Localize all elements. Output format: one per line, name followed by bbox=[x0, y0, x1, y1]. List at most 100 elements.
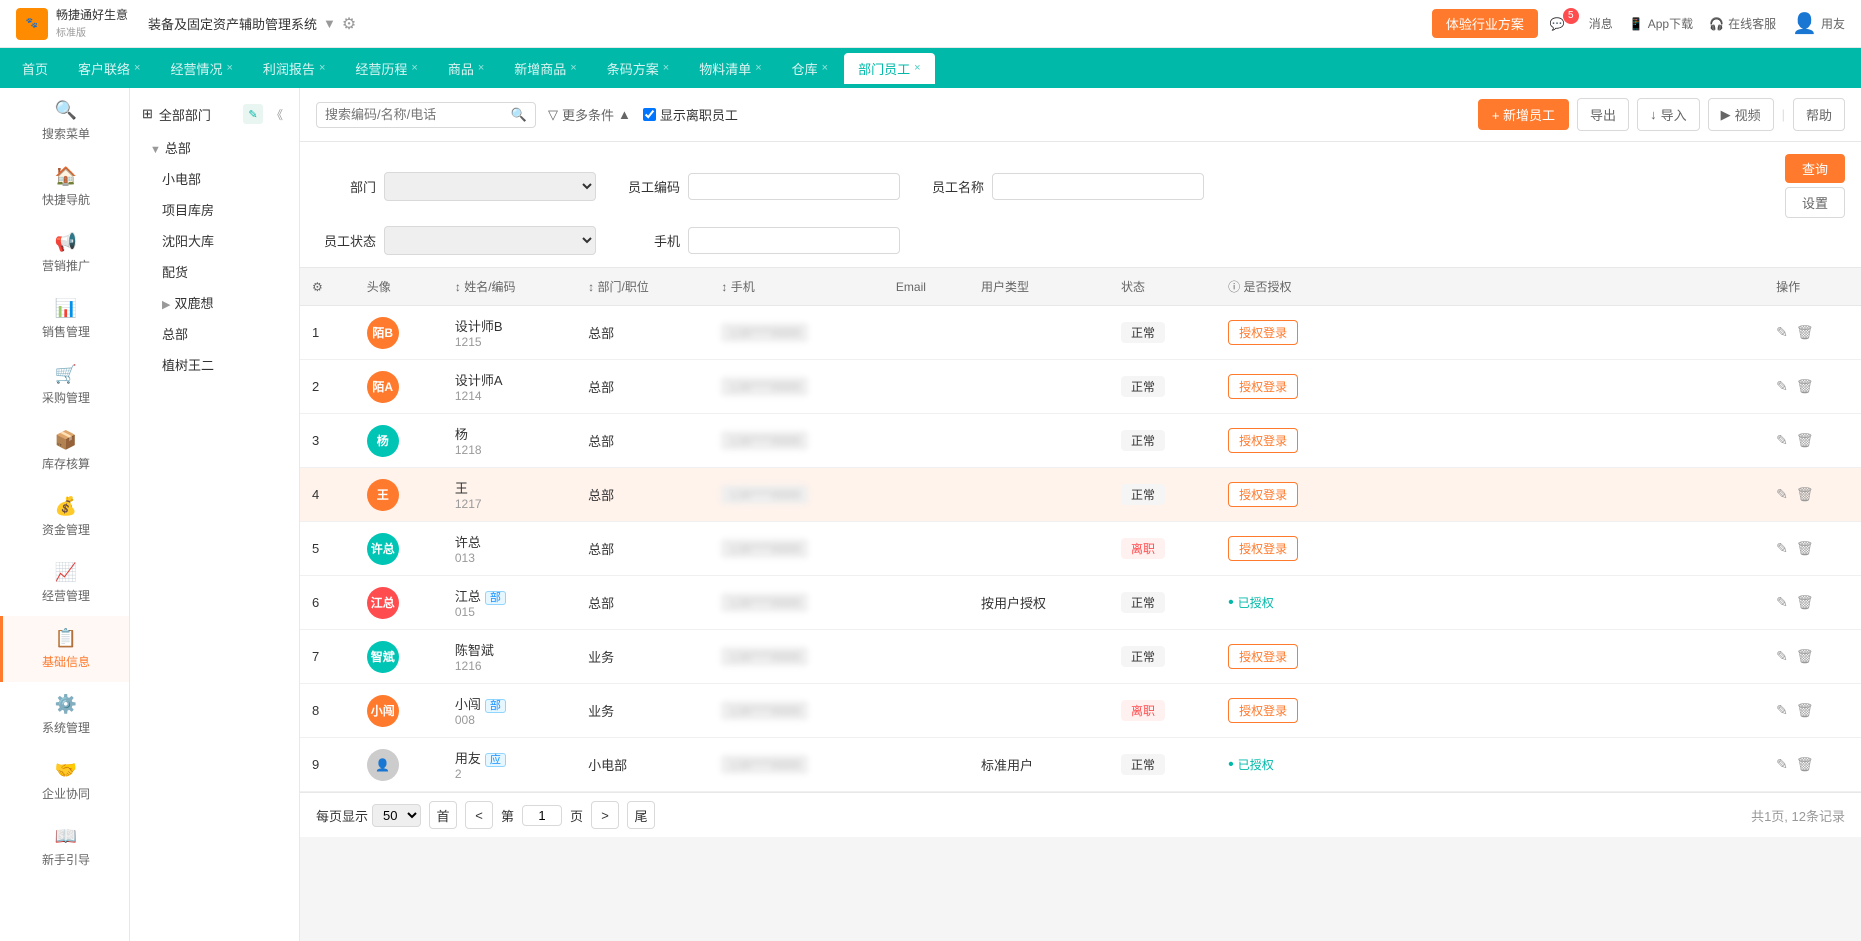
view-btn[interactable]: ▶ 视频 bbox=[1708, 98, 1774, 131]
tree-collapse-btn[interactable]: 《 bbox=[267, 104, 287, 124]
delete-icon[interactable]: 🗑 bbox=[1796, 486, 1814, 503]
nav-tab-客户联络[interactable]: 客户联络 × bbox=[64, 53, 154, 84]
show-resigned-checkbox[interactable]: 显示离职员工 bbox=[643, 105, 738, 124]
col-name[interactable]: ↕ 姓名/编码 bbox=[443, 268, 576, 306]
nav-tab-新增商品[interactable]: 新增商品 × bbox=[500, 53, 590, 84]
set-btn[interactable]: 设置 bbox=[1785, 187, 1845, 218]
nav-tab-部门员工[interactable]: 部门员工 × bbox=[844, 53, 934, 84]
sidebar-item-基础信息[interactable]: 📋基础信息 bbox=[0, 616, 129, 682]
more-conditions-btn[interactable]: ▽ 更多条件 ▲ bbox=[548, 105, 631, 124]
resigned-checkbox-input[interactable] bbox=[643, 108, 656, 121]
close-tab-icon[interactable]: × bbox=[411, 62, 417, 74]
filter-search-box[interactable]: 🔍 bbox=[316, 102, 536, 128]
edit-icon[interactable]: ✎ bbox=[1776, 648, 1788, 665]
search-input[interactable] bbox=[325, 107, 505, 122]
online-service-btn[interactable]: 🎧 在线客服 bbox=[1709, 15, 1776, 32]
edit-icon[interactable]: ✎ bbox=[1776, 324, 1788, 341]
edit-icon[interactable]: ✎ bbox=[1776, 594, 1788, 611]
sidebar-item-销售管理[interactable]: 📊销售管理 bbox=[0, 286, 129, 352]
col-dept[interactable]: ↕ 部门/职位 bbox=[576, 268, 709, 306]
delete-icon[interactable]: 🗑 bbox=[1796, 594, 1814, 611]
edit-icon[interactable]: ✎ bbox=[1776, 378, 1788, 395]
per-page-select[interactable]: 50 bbox=[372, 804, 421, 827]
delete-icon[interactable]: 🗑 bbox=[1796, 432, 1814, 449]
close-tab-icon[interactable]: × bbox=[822, 62, 828, 74]
col-phone[interactable]: ↕ 手机 bbox=[709, 268, 884, 306]
auth-btn[interactable]: 授权登录 bbox=[1228, 536, 1298, 561]
delete-icon[interactable]: 🗑 bbox=[1796, 540, 1814, 557]
sidebar-item-新手引导[interactable]: 📖新手引导 bbox=[0, 814, 129, 880]
prev-page-btn[interactable]: < bbox=[465, 801, 493, 829]
sidebar-item-经营管理[interactable]: 📈经营管理 bbox=[0, 550, 129, 616]
sidebar-item-采购管理[interactable]: 🛒采购管理 bbox=[0, 352, 129, 418]
export-btn[interactable]: 导出 bbox=[1577, 98, 1629, 131]
emp-status-select[interactable] bbox=[384, 226, 596, 255]
auth-btn[interactable]: 授权登录 bbox=[1228, 482, 1298, 507]
close-tab-icon[interactable]: × bbox=[914, 62, 920, 74]
import-btn[interactable]: ↓ 导入 bbox=[1637, 98, 1700, 131]
edit-icon[interactable]: ✎ bbox=[1776, 486, 1788, 503]
next-page-btn[interactable]: > bbox=[591, 801, 619, 829]
auth-btn[interactable]: 授权登录 bbox=[1228, 374, 1298, 399]
search-icon[interactable]: 🔍 bbox=[511, 107, 527, 123]
close-tab-icon[interactable]: × bbox=[755, 62, 761, 74]
user-area[interactable]: 👤 用友 bbox=[1792, 11, 1845, 36]
tree-item-双鹿想[interactable]: ▶双鹿想 bbox=[130, 287, 299, 318]
title-dropdown-icon[interactable]: ▼ bbox=[323, 16, 336, 31]
emp-name-input[interactable] bbox=[992, 173, 1204, 200]
auth-btn[interactable]: 授权登录 bbox=[1228, 320, 1298, 345]
col-settings[interactable]: ⚙ bbox=[300, 268, 355, 306]
tree-item-小电部[interactable]: 小电部 bbox=[130, 163, 299, 194]
delete-icon[interactable]: 🗑 bbox=[1796, 324, 1814, 341]
sidebar-item-搜索菜单[interactable]: 🔍搜索菜单 bbox=[0, 88, 129, 154]
nav-tab-条码方案[interactable]: 条码方案 × bbox=[593, 53, 683, 84]
nav-tab-商品[interactable]: 商品 × bbox=[434, 53, 498, 84]
nav-tab-物料清单[interactable]: 物料清单 × bbox=[685, 53, 775, 84]
sidebar-item-系统管理[interactable]: ⚙️系统管理 bbox=[0, 682, 129, 748]
sidebar-item-资金管理[interactable]: 💰资金管理 bbox=[0, 484, 129, 550]
edit-icon[interactable]: ✎ bbox=[1776, 540, 1788, 557]
auth-btn[interactable]: 授权登录 bbox=[1228, 644, 1298, 669]
close-tab-icon[interactable]: × bbox=[570, 62, 576, 74]
sidebar-item-快捷导航[interactable]: 🏠快捷导航 bbox=[0, 154, 129, 220]
delete-icon[interactable]: 🗑 bbox=[1796, 702, 1814, 719]
sidebar-item-库存核算[interactable]: 📦库存核算 bbox=[0, 418, 129, 484]
edit-icon[interactable]: ✎ bbox=[1776, 756, 1788, 773]
phone-input[interactable] bbox=[688, 227, 900, 254]
help-btn[interactable]: 帮助 bbox=[1793, 98, 1845, 131]
close-tab-icon[interactable]: × bbox=[478, 62, 484, 74]
trial-btn[interactable]: 体验行业方案 bbox=[1432, 9, 1538, 38]
nav-tab-经营历程[interactable]: 经营历程 × bbox=[341, 53, 431, 84]
edit-icon[interactable]: ✎ bbox=[1776, 432, 1788, 449]
nav-tab-利润报告[interactable]: 利润报告 × bbox=[249, 53, 339, 84]
tree-edit-btn[interactable]: ✎ bbox=[243, 104, 263, 124]
delete-icon[interactable]: 🗑 bbox=[1796, 648, 1814, 665]
nav-tab-首页[interactable]: 首页 bbox=[8, 53, 62, 84]
edit-icon[interactable]: ✎ bbox=[1776, 702, 1788, 719]
add-employee-btn[interactable]: + 新增员工 bbox=[1478, 99, 1569, 130]
delete-icon[interactable]: 🗑 bbox=[1796, 756, 1814, 773]
dept-select[interactable] bbox=[384, 172, 596, 201]
delete-icon[interactable]: 🗑 bbox=[1796, 378, 1814, 395]
tree-item-项目库房[interactable]: 项目库房 bbox=[130, 194, 299, 225]
nav-tab-仓库[interactable]: 仓库 × bbox=[778, 53, 842, 84]
auth-btn[interactable]: 授权登录 bbox=[1228, 428, 1298, 453]
app-download-btn[interactable]: 📱 App下载 bbox=[1629, 15, 1693, 32]
tree-item-配货[interactable]: 配货 bbox=[130, 256, 299, 287]
sidebar-item-营销推广[interactable]: 📢营销推广 bbox=[0, 220, 129, 286]
close-tab-icon[interactable]: × bbox=[319, 62, 325, 74]
sidebar-item-企业协同[interactable]: 🤝企业协同 bbox=[0, 748, 129, 814]
close-tab-icon[interactable]: × bbox=[663, 62, 669, 74]
emp-code-input[interactable] bbox=[688, 173, 900, 200]
nav-tab-经营情况[interactable]: 经营情况 × bbox=[156, 53, 246, 84]
close-tab-icon[interactable]: × bbox=[134, 62, 140, 74]
tree-item-总部[interactable]: 总部 bbox=[130, 318, 299, 349]
tree-item-沈阳大库[interactable]: 沈阳大库 bbox=[130, 225, 299, 256]
settings-icon[interactable]: ⚙ bbox=[342, 14, 356, 34]
auth-btn[interactable]: 授权登录 bbox=[1228, 698, 1298, 723]
close-tab-icon[interactable]: × bbox=[226, 62, 232, 74]
message-btn[interactable]: 💬 5 消息 bbox=[1550, 15, 1613, 32]
search-btn[interactable]: 查询 bbox=[1785, 154, 1845, 183]
tree-item-总部[interactable]: ▼总部 bbox=[130, 132, 299, 163]
tree-item-植树王二[interactable]: 植树王二 bbox=[130, 349, 299, 380]
